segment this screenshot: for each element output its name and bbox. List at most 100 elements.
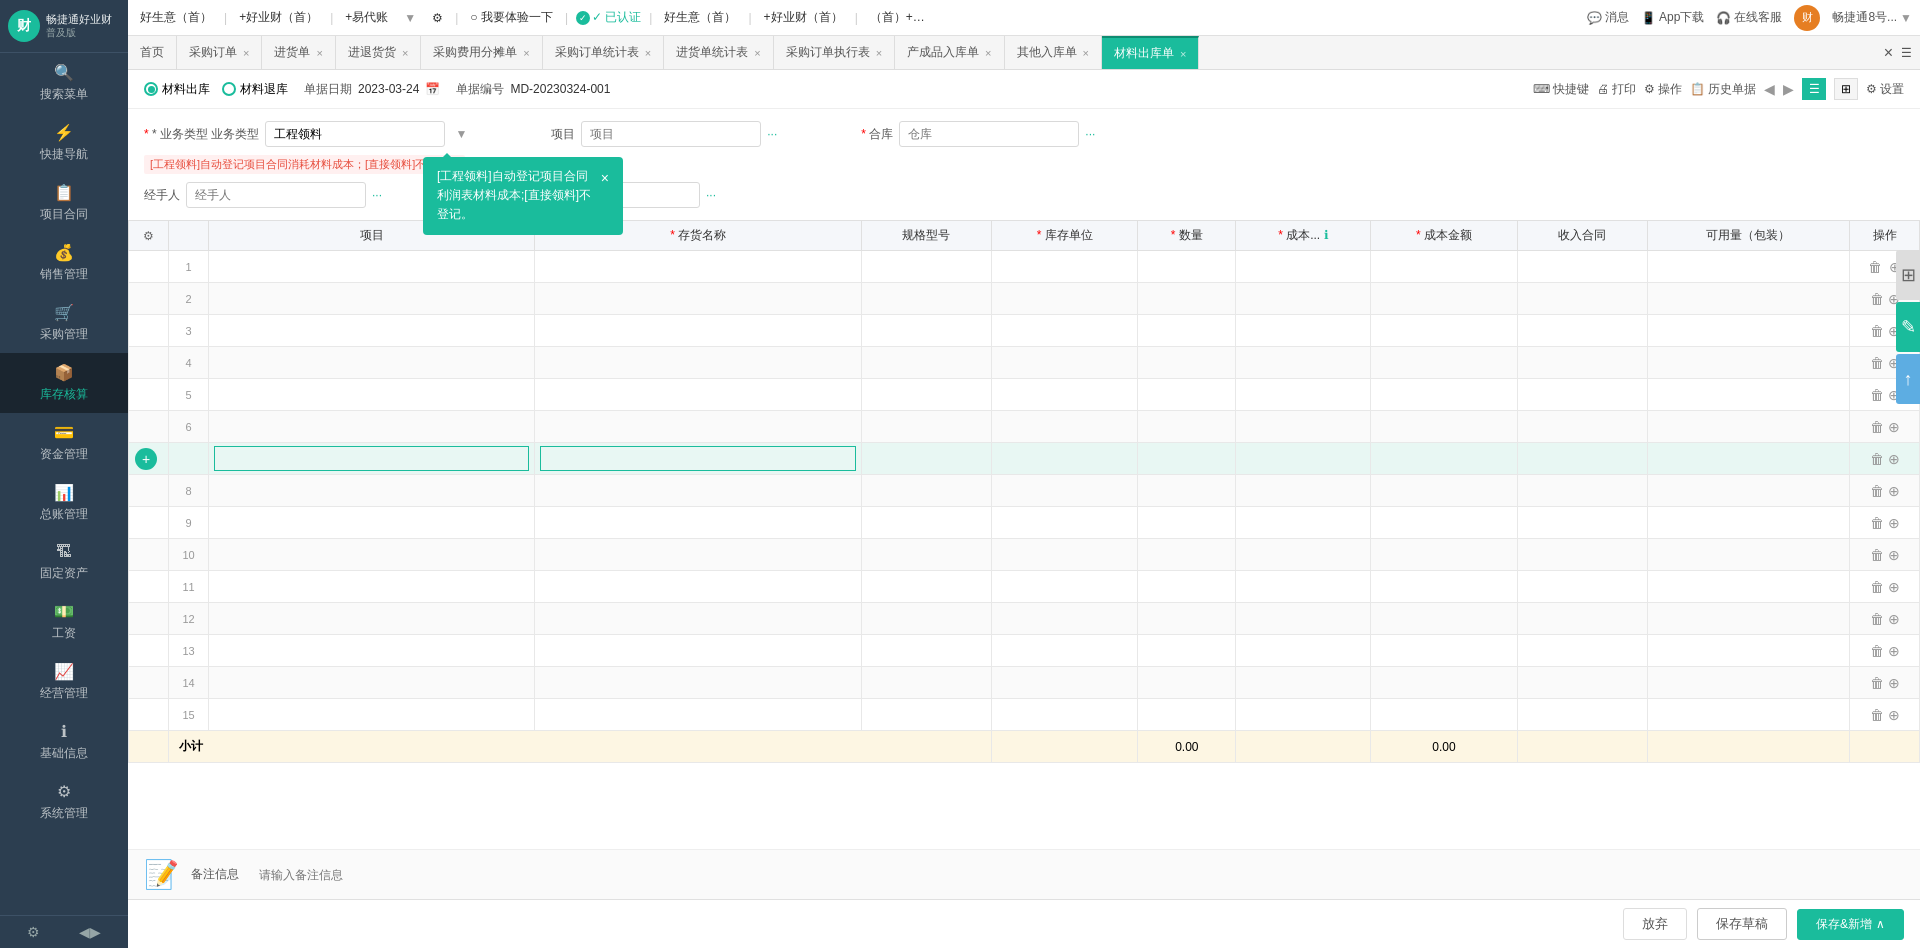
tab-close-icon[interactable]: ×: [876, 47, 882, 59]
topbar-yidaizhang[interactable]: +易代账: [341, 9, 392, 26]
warehouse-input[interactable]: [899, 121, 1079, 147]
new-row-product-input[interactable]: [541, 447, 854, 470]
delete-row-icon[interactable]: 🗑: [1870, 611, 1884, 627]
save-draft-button[interactable]: 保存草稿: [1697, 908, 1787, 940]
delete-row-icon[interactable]: 🗑: [1870, 387, 1884, 403]
new-row-project-input[interactable]: [215, 447, 528, 470]
view-grid-btn[interactable]: ⊞: [1834, 78, 1858, 100]
copy-row-icon[interactable]: ⊕: [1888, 515, 1900, 531]
topbar-more[interactable]: （首）+…: [866, 9, 929, 26]
online-service-btn[interactable]: 🎧 在线客服: [1716, 9, 1782, 26]
tab-close-icon[interactable]: ×: [645, 47, 651, 59]
delete-row-icon[interactable]: 🗑: [1870, 675, 1884, 691]
tab-purchase-stat[interactable]: 采购订单统计表 ×: [543, 36, 664, 70]
sidebar-item-inventory[interactable]: 📦 库存核算: [0, 353, 128, 413]
sidebar-item-sysmanage[interactable]: ⚙ 系统管理: [0, 772, 128, 832]
add-row-btn[interactable]: +: [135, 448, 157, 470]
view-list-btn[interactable]: ☰: [1802, 78, 1826, 100]
topbar-dropdown[interactable]: ▼: [400, 11, 420, 25]
income-contract-dots-icon[interactable]: ···: [706, 188, 716, 202]
delete-row-icon[interactable]: 🗑: [1870, 515, 1884, 531]
copy-row-icon[interactable]: ⊕: [1888, 675, 1900, 691]
delete-row-icon[interactable]: 🗑: [1870, 451, 1884, 467]
radio-material-out[interactable]: 材料出库: [144, 81, 210, 98]
delete-row-icon[interactable]: 🗑: [1870, 483, 1884, 499]
collapse-icon[interactable]: ◀▶: [79, 924, 101, 940]
delete-row-icon[interactable]: 🗑: [1870, 579, 1884, 595]
td-cost[interactable]: [1236, 251, 1371, 283]
td-spec[interactable]: [861, 251, 991, 283]
tab-material-out[interactable]: 材料出库单 ×: [1102, 36, 1199, 70]
topbar-haoshengyi2[interactable]: 好生意（首）: [660, 9, 740, 26]
edge-btn-3[interactable]: ↑: [1896, 354, 1920, 404]
copy-row-icon[interactable]: ⊕: [1888, 579, 1900, 595]
ops-btn[interactable]: ⚙ 操作: [1644, 81, 1682, 98]
tab-incoming-return[interactable]: 进退货货 ×: [336, 36, 421, 70]
sidebar-item-search[interactable]: 🔍 搜索菜单: [0, 53, 128, 113]
history-btn[interactable]: 📋 历史单据: [1690, 81, 1756, 98]
tab-home[interactable]: 首页: [128, 36, 177, 70]
copy-row-icon[interactable]: ⊕: [1888, 643, 1900, 659]
td-project[interactable]: [209, 251, 535, 283]
delete-row-icon[interactable]: 🗑: [1870, 291, 1884, 307]
th-settings[interactable]: ⚙: [129, 221, 169, 251]
td-available[interactable]: [1647, 251, 1849, 283]
delete-row-icon[interactable]: 🗑: [1870, 547, 1884, 563]
notes-input[interactable]: [259, 868, 1904, 882]
user-name-btn[interactable]: 畅捷通8号... ▼: [1832, 9, 1912, 26]
handler-dots-icon[interactable]: ···: [372, 188, 382, 202]
sidebar-item-salary[interactable]: 💵 工资: [0, 592, 128, 652]
project-dots-icon[interactable]: ···: [767, 127, 777, 141]
table-settings-icon[interactable]: ⚙: [143, 229, 154, 243]
settings-btn[interactable]: ⚙ 设置: [1866, 81, 1904, 98]
message-btn[interactable]: 💬 消息: [1587, 9, 1629, 26]
nav-prev-icon[interactable]: ◀: [1764, 81, 1775, 97]
td-product[interactable]: [535, 251, 861, 283]
sidebar-item-purchase[interactable]: 🛒 采购管理: [0, 293, 128, 353]
sidebar-item-management[interactable]: 📈 经营管理: [0, 652, 128, 712]
app-download-btn[interactable]: 📱 App下载: [1641, 9, 1704, 26]
warehouse-dots-icon[interactable]: ···: [1085, 127, 1095, 141]
nav-next-icon[interactable]: ▶: [1783, 81, 1794, 97]
print-btn[interactable]: 🖨 打印: [1597, 81, 1636, 98]
delete-row-icon[interactable]: 🗑: [1870, 323, 1884, 339]
copy-row-icon[interactable]: ⊕: [1888, 419, 1900, 435]
delete-row-icon[interactable]: 🗑: [1870, 707, 1884, 723]
edge-btn-2[interactable]: ✎: [1896, 302, 1920, 352]
copy-row-icon[interactable]: ⊕: [1888, 483, 1900, 499]
discard-button[interactable]: 放弃: [1623, 908, 1687, 940]
topbar-trial[interactable]: ○ 我要体验一下: [466, 9, 557, 26]
sidebar-item-project[interactable]: 📋 项目合同: [0, 173, 128, 233]
radio-material-return[interactable]: 材料退库: [222, 81, 288, 98]
delete-row-icon[interactable]: 🗑: [1870, 355, 1884, 371]
copy-row-icon[interactable]: ⊕: [1888, 451, 1900, 467]
delete-row-icon[interactable]: 🗑: [1870, 419, 1884, 435]
handler-input[interactable]: [186, 182, 366, 208]
save-new-button[interactable]: 保存&新增 ∧: [1797, 909, 1904, 940]
tab-close-icon[interactable]: ×: [985, 47, 991, 59]
cost-info-icon[interactable]: ℹ: [1324, 228, 1329, 242]
tab-menu[interactable]: ☰: [1901, 46, 1912, 60]
tab-close-icon[interactable]: ×: [754, 47, 760, 59]
tab-product-stock[interactable]: 产成品入库单 ×: [895, 36, 1004, 70]
tab-incoming-stat[interactable]: 进货单统计表 ×: [664, 36, 773, 70]
tab-purchase-fee[interactable]: 采购费用分摊单 ×: [421, 36, 542, 70]
tab-close-icon[interactable]: ×: [316, 47, 322, 59]
sidebar-item-sales[interactable]: 💰 销售管理: [0, 233, 128, 293]
sidebar-item-ledger[interactable]: 📊 总账管理: [0, 473, 128, 533]
copy-row-icon[interactable]: ⊕: [1888, 611, 1900, 627]
tab-close-icon[interactable]: ×: [523, 47, 529, 59]
copy-row-icon[interactable]: ⊕: [1888, 547, 1900, 563]
tab-incoming[interactable]: 进货单 ×: [262, 36, 335, 70]
delete-row-icon[interactable]: 🗑: [1868, 259, 1882, 275]
edge-btn-1[interactable]: ⊞: [1896, 250, 1920, 300]
tab-purchase-order[interactable]: 采购订单 ×: [177, 36, 262, 70]
td-cost-amount[interactable]: [1371, 251, 1517, 283]
delete-row-icon[interactable]: 🗑: [1870, 643, 1884, 659]
copy-row-icon[interactable]: ⊕: [1888, 707, 1900, 723]
td-unit[interactable]: [992, 251, 1138, 283]
topbar-haoyecai2[interactable]: +好业财（首）: [760, 9, 847, 26]
settings-bottom-icon[interactable]: ⚙: [27, 924, 40, 940]
sidebar-item-assets[interactable]: 🏗 固定资产: [0, 533, 128, 592]
topbar-haoyecai1[interactable]: +好业财（首）: [235, 9, 322, 26]
